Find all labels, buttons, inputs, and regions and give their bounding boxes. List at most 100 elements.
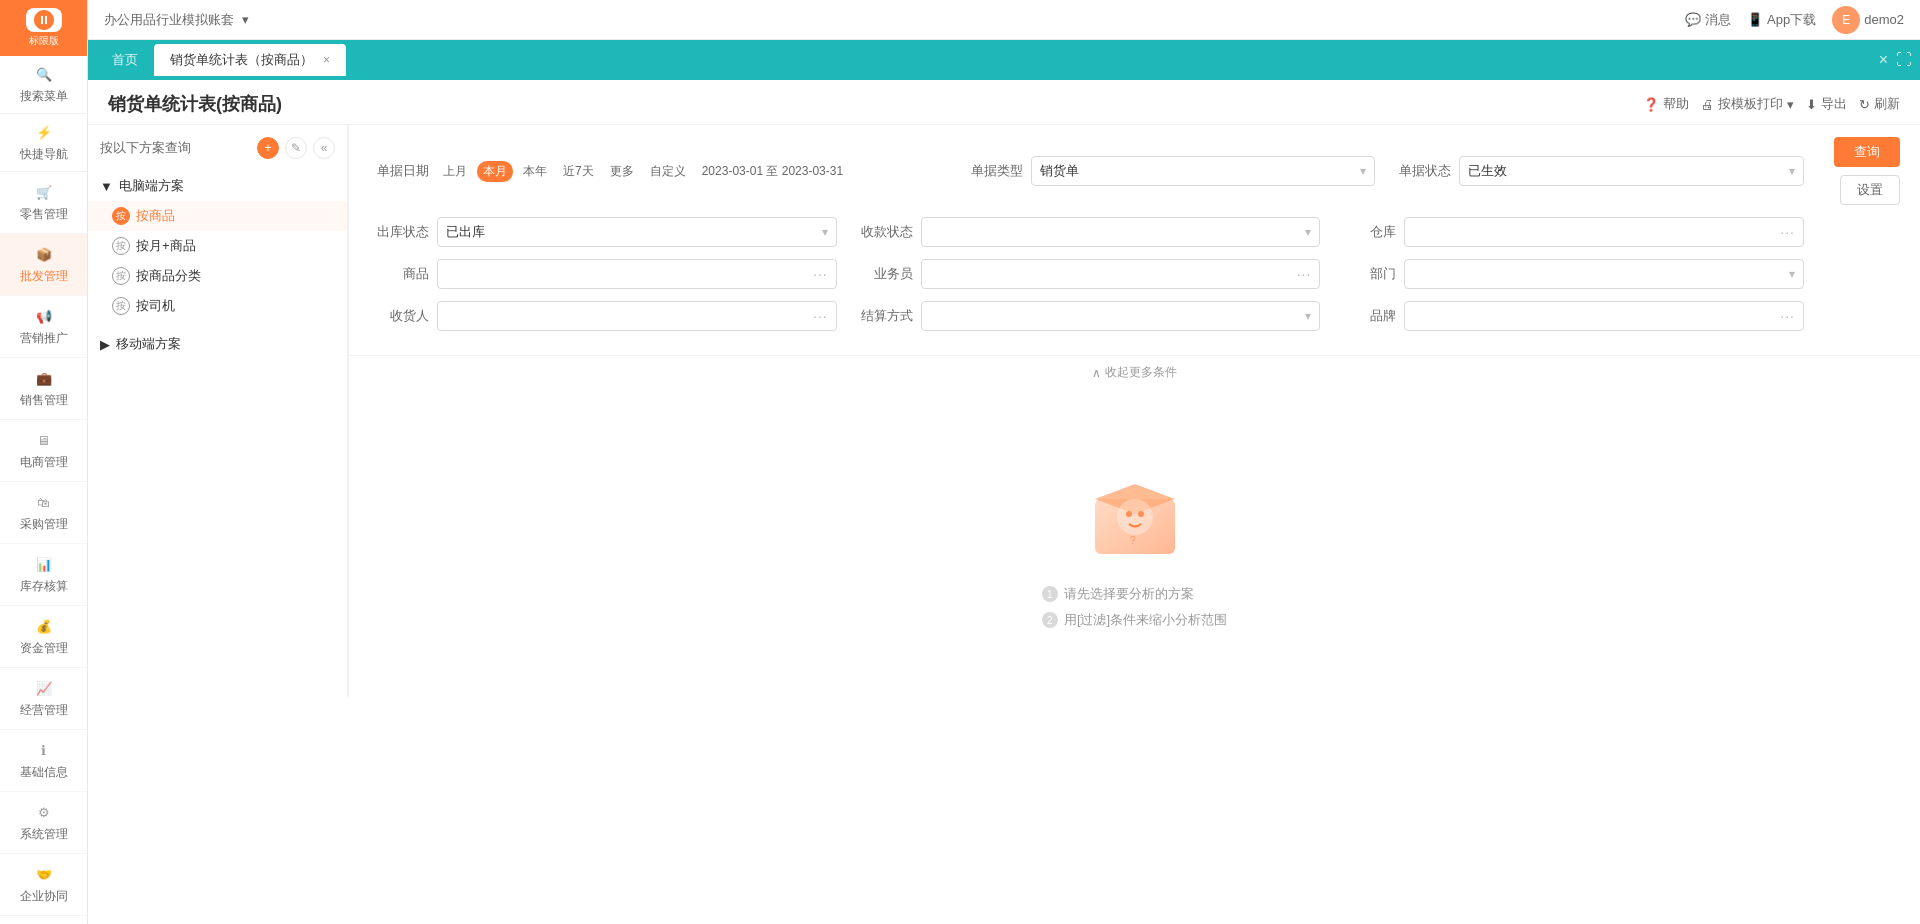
topbar-dropdown[interactable]: ▾ <box>242 12 249 27</box>
date-value: 2023-03-01 至 2023-03-31 <box>702 163 843 180</box>
scheme-icon-2: 按 <box>112 237 130 255</box>
tab-home-label: 首页 <box>112 51 138 69</box>
collapse-icon: « <box>321 141 328 155</box>
page-header: 销货单统计表(按商品) ❓ 帮助 🖨 按模板打印 ▾ ⬇ 导出 <box>88 80 1920 125</box>
sidebar-item-inventory[interactable]: 📊 库存核算 <box>0 544 87 606</box>
more-dots-2: ··· <box>813 266 828 282</box>
more-dots-4: ··· <box>813 308 828 324</box>
scheme-mobile-header[interactable]: ▶ 移动端方案 <box>88 329 347 359</box>
out-status-select[interactable]: 已出库 ▾ <box>437 217 837 247</box>
date-tab-this-year[interactable]: 本年 <box>517 161 553 182</box>
app-download-button[interactable]: 📱 App下载 <box>1747 11 1816 29</box>
refresh-button[interactable]: ↻ 刷新 <box>1859 95 1900 113</box>
export-button[interactable]: ⬇ 导出 <box>1806 95 1847 113</box>
tab-fullscreen-button[interactable]: ⛶ <box>1896 51 1912 69</box>
sidebar-label-search: 搜索菜单 <box>20 88 68 105</box>
doc-type-select[interactable]: 销货单 ▾ <box>1031 156 1376 186</box>
empty-state: ? 1 请先选择要分析的方案 2 用[过滤]条件来缩小分析范围 <box>349 389 1920 697</box>
filter-form-container: 单据日期 上月 本月 本年 近7天 更多 自定义 <box>349 125 1920 697</box>
date-tab-last-month[interactable]: 上月 <box>437 161 473 182</box>
tabbar: 首页 销货单统计表（按商品） × × ⛶ <box>88 40 1920 80</box>
date-tab-custom[interactable]: 自定义 <box>644 161 692 182</box>
add-scheme-button[interactable]: + <box>257 137 279 159</box>
receiver-select[interactable]: ··· <box>437 301 837 331</box>
tab-sales-stat[interactable]: 销货单统计表（按商品） × <box>154 44 346 76</box>
settlement-select[interactable]: ▾ <box>921 301 1321 331</box>
dropdown-icon-2: ▾ <box>1789 164 1795 178</box>
edit-scheme-button[interactable]: ✎ <box>285 137 307 159</box>
scheme-by-printer[interactable]: 按 按司机 <box>88 291 347 321</box>
expand-icon-2: ▶ <box>100 337 110 352</box>
date-tab-this-month[interactable]: 本月 <box>477 161 513 182</box>
dropdown-icon-5: ▾ <box>1789 267 1795 281</box>
sidebar-item-ecommerce[interactable]: 🖥 电商管理 <box>0 420 87 482</box>
add-icon: + <box>264 141 271 155</box>
goods-select[interactable]: ··· <box>437 259 837 289</box>
brand-field: 品牌 ··· <box>1336 301 1804 331</box>
goods-field: 商品 ··· <box>369 259 837 289</box>
settings-button[interactable]: 设置 <box>1840 175 1900 205</box>
scheme-icon: 按 <box>112 207 130 225</box>
doc-type-label: 单据类型 <box>963 162 1023 180</box>
sidebar-item-quick-nav[interactable]: ⚡ 快捷导航 <box>0 114 87 172</box>
tip-num-1: 1 <box>1042 586 1058 602</box>
sidebar-item-marketing[interactable]: 📢 营销推广 <box>0 296 87 358</box>
scheme-by-product[interactable]: 按 按商品 <box>88 201 347 231</box>
brand-label: 品牌 <box>1336 307 1396 325</box>
sidebar-item-enterprise[interactable]: 🤝 企业协同 <box>0 854 87 916</box>
scheme-desktop-header[interactable]: ▼ 电脑端方案 <box>88 171 347 201</box>
collapse-chevron-icon: ∧ <box>1092 366 1101 380</box>
template-print-button[interactable]: 🖨 按模板打印 ▾ <box>1701 95 1794 113</box>
sidebar-item-wholesale[interactable]: 📦 批发管理 <box>0 234 87 296</box>
filter-form: 单据日期 上月 本月 本年 近7天 更多 自定义 <box>349 125 1920 355</box>
department-field: 部门 ▾ <box>1336 259 1804 289</box>
warehouse-select[interactable]: ··· <box>1404 217 1804 247</box>
tab-home[interactable]: 首页 <box>96 44 154 76</box>
filter-row-2: 出库状态 已出库 ▾ 收款状态 ▾ <box>369 217 1900 247</box>
query-button[interactable]: 查询 <box>1834 137 1900 167</box>
more-dots-5: ··· <box>1780 308 1795 324</box>
expand-icon: ▼ <box>100 179 113 194</box>
tab-close-button[interactable]: × <box>323 53 330 67</box>
scheme-desktop-label: 电脑端方案 <box>119 177 184 195</box>
sidebar-item-finance[interactable]: 💰 资金管理 <box>0 606 87 668</box>
sales-icon: 💼 <box>34 368 54 388</box>
salesperson-select[interactable]: ··· <box>921 259 1321 289</box>
collapse-filter-button[interactable]: ∧ 收起更多条件 <box>349 355 1920 389</box>
sidebar-item-system[interactable]: ⚙ 系统管理 <box>0 792 87 854</box>
scheme-by-month-product[interactable]: 按 按月+商品 <box>88 231 347 261</box>
sidebar-item-operation[interactable]: 📈 经营管理 <box>0 668 87 730</box>
message-icon: 💬 <box>1685 12 1701 27</box>
sidebar-item-guide[interactable]: 🆕 新手引导 <box>0 916 87 924</box>
topbar-title: 办公用品行业模拟账套 <box>104 11 234 29</box>
user-menu[interactable]: E demo2 <box>1832 6 1904 34</box>
date-tab-7days[interactable]: 近7天 <box>557 161 600 182</box>
department-select[interactable]: ▾ <box>1404 259 1804 289</box>
tab-close-window-button[interactable]: × <box>1879 51 1888 69</box>
message-button[interactable]: 💬 消息 <box>1685 11 1731 29</box>
scheme-section-desktop: ▼ 电脑端方案 按 按商品 按 按月+商品 按 <box>88 167 347 325</box>
sidebar-item-sales[interactable]: 💼 销售管理 <box>0 358 87 420</box>
out-status-field: 出库状态 已出库 ▾ <box>369 217 837 247</box>
empty-tips: 1 请先选择要分析的方案 2 用[过滤]条件来缩小分析范围 <box>1042 585 1227 637</box>
goods-label: 商品 <box>369 265 429 283</box>
sidebar-item-basic[interactable]: ℹ 基础信息 <box>0 730 87 792</box>
sidebar-item-retail[interactable]: 🛒 零售管理 <box>0 172 87 234</box>
brand-select[interactable]: ··· <box>1404 301 1804 331</box>
sidebar: 标限版 🔍 搜索菜单 ⚡ 快捷导航 🛒 零售管理 📦 批发管理 📢 营销推广 💼… <box>0 0 88 924</box>
out-status-value: 已出库 <box>446 223 818 241</box>
collapse-sidebar-button[interactable]: « <box>313 137 335 159</box>
scheme-by-category[interactable]: 按 按商品分类 <box>88 261 347 291</box>
export-icon: ⬇ <box>1806 97 1817 112</box>
operation-icon: 📈 <box>34 678 54 698</box>
sidebar-item-search-menu[interactable]: 🔍 搜索菜单 <box>0 56 87 114</box>
print-icon: 🖨 <box>1701 97 1714 112</box>
tip-text-2: 用[过滤]条件来缩小分析范围 <box>1064 611 1227 629</box>
help-button[interactable]: ❓ 帮助 <box>1643 95 1689 113</box>
empty-tip-2: 2 用[过滤]条件来缩小分析范围 <box>1042 611 1227 629</box>
date-tab-more[interactable]: 更多 <box>604 161 640 182</box>
payment-status-select[interactable]: ▾ <box>921 217 1321 247</box>
svg-point-2 <box>1117 499 1153 535</box>
doc-status-select[interactable]: 已生效 ▾ <box>1459 156 1804 186</box>
sidebar-item-purchase[interactable]: 🛍 采购管理 <box>0 482 87 544</box>
